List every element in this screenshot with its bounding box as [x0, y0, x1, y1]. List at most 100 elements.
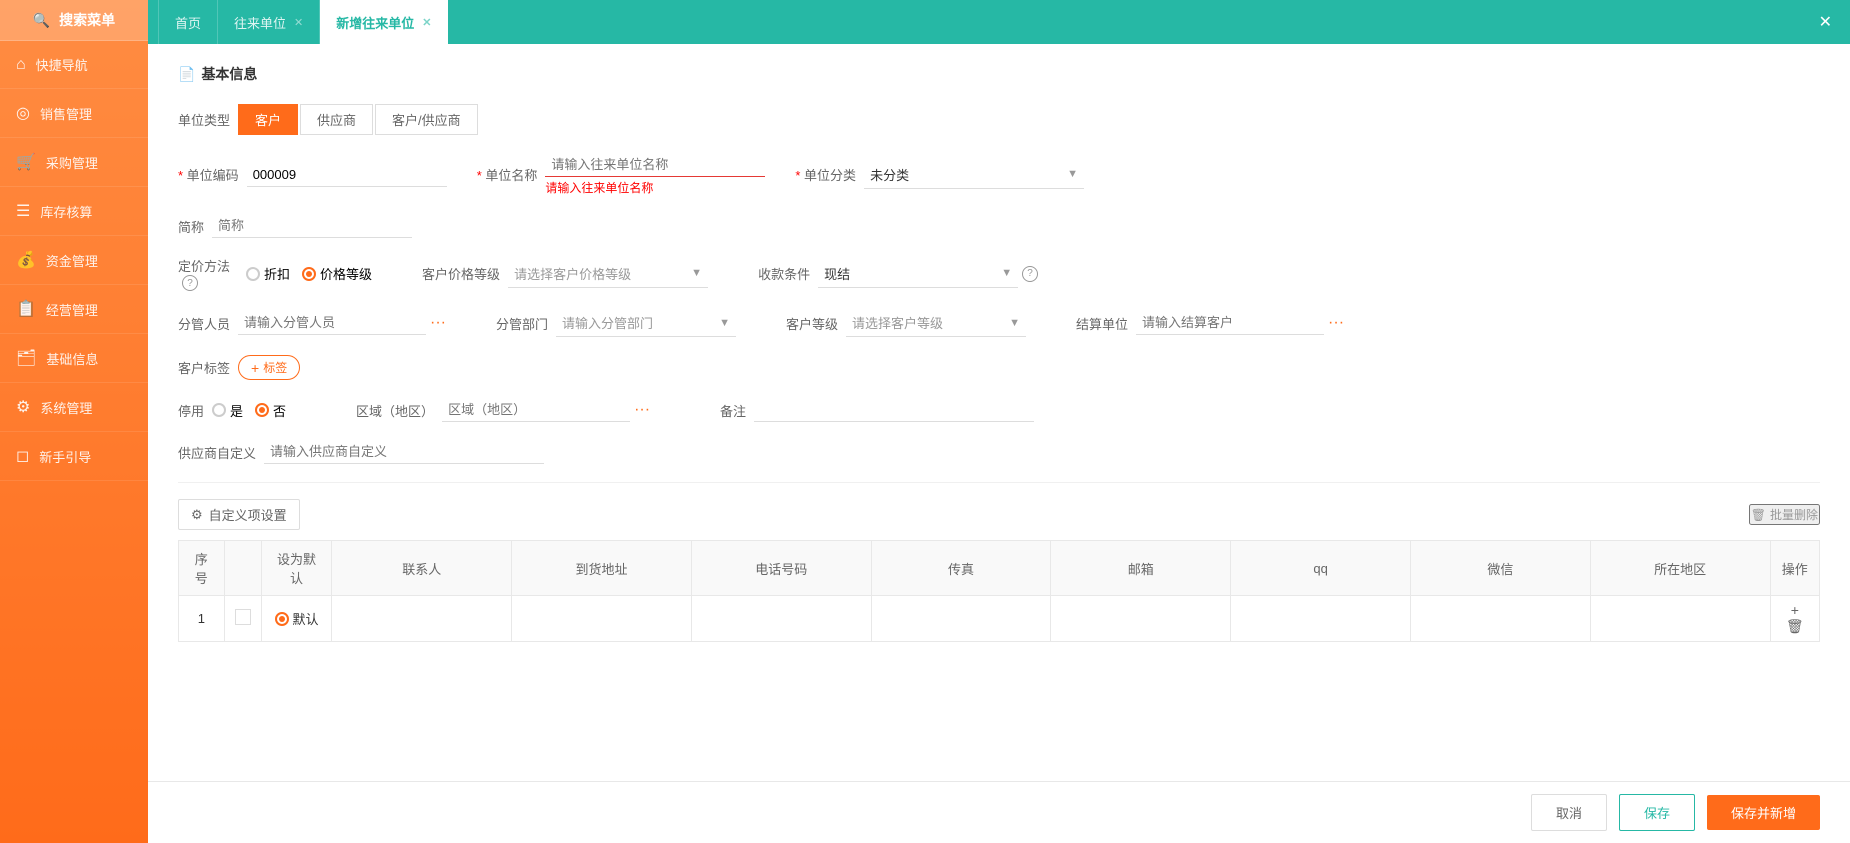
fax-input[interactable]: [882, 611, 1041, 626]
qq-input[interactable]: [1241, 611, 1400, 626]
wechat-input[interactable]: [1421, 611, 1580, 626]
region-more-btn[interactable]: ···: [634, 401, 650, 419]
tab-partners[interactable]: 往来单位 ✕: [218, 0, 320, 44]
supplier-custom-input[interactable]: [264, 440, 544, 464]
email-input[interactable]: [1061, 611, 1220, 626]
pricing-method-label: 定价方法 ?: [178, 256, 230, 291]
unit-name-wrap: 请输入往来单位名称: [545, 153, 765, 196]
unit-name-input[interactable]: [545, 153, 765, 177]
sidebar-item-system[interactable]: ⚙ 系统管理: [0, 383, 148, 432]
payment-help-icon[interactable]: ?: [1022, 266, 1038, 282]
region-cell[interactable]: [1590, 596, 1770, 642]
unit-type-both-btn[interactable]: 客户/供应商: [375, 104, 478, 135]
cancel-button[interactable]: 取消: [1531, 794, 1607, 831]
customer-level-label: 客户等级: [786, 314, 838, 333]
pricing-help-icon[interactable]: ?: [182, 275, 198, 291]
operations-icon: 📋: [16, 299, 36, 319]
remark-input[interactable]: [754, 398, 1034, 422]
phone-input[interactable]: [702, 611, 861, 626]
manager-item: 分管人员 ···: [178, 311, 446, 335]
yes-radio-circle: [212, 403, 226, 417]
discount-radio-circle: [246, 267, 260, 281]
inventory-icon: ☰: [16, 201, 30, 221]
pricing-level-radio[interactable]: 价格等级: [302, 264, 372, 283]
save-new-button[interactable]: 保存并新增: [1707, 795, 1820, 830]
table-row: 1 默认: [179, 596, 1820, 642]
disabled-no-radio[interactable]: 否: [255, 401, 286, 420]
payment-terms-select[interactable]: 现结 ▼: [818, 260, 1018, 288]
unit-type-group: 客户 供应商 客户/供应商: [238, 104, 478, 135]
add-row-btn[interactable]: +: [1791, 602, 1799, 618]
sidebar-item-operations[interactable]: 📋 经营管理: [0, 285, 148, 334]
department-select[interactable]: 请输入分管部门 ▼: [556, 309, 736, 337]
col-seq: 序号: [179, 541, 225, 596]
delete-row-btn[interactable]: 🗑: [1786, 618, 1804, 635]
manager-more-btn[interactable]: ···: [430, 314, 446, 332]
unit-type-supplier-btn[interactable]: 供应商: [300, 104, 373, 135]
region-table-input[interactable]: [1601, 611, 1760, 626]
customer-price-level-select[interactable]: 请选择客户价格等级 ▼: [508, 260, 708, 288]
customer-price-level-item: 客户价格等级 请选择客户价格等级 ▼: [422, 260, 708, 288]
qq-cell[interactable]: [1231, 596, 1411, 642]
unit-code-input[interactable]: [247, 163, 447, 187]
abbr-input[interactable]: [212, 214, 412, 238]
manager-row: 分管人员 ··· 分管部门 请输入分管部门 ▼ 客户等级 请选择客户等级 ▼ 结…: [178, 309, 1820, 337]
pricing-discount-radio[interactable]: 折扣: [246, 264, 290, 283]
sales-icon: ◎: [16, 103, 30, 123]
sidebar-item-basic-info[interactable]: 🗂 基础信息: [0, 334, 148, 383]
fax-cell[interactable]: [871, 596, 1051, 642]
contact-cell[interactable]: [332, 596, 512, 642]
default-cell: 默认: [261, 596, 332, 642]
customer-level-select[interactable]: 请选择客户等级 ▼: [846, 309, 1026, 337]
sidebar-item-guide[interactable]: ◻ 新手引导: [0, 432, 148, 481]
add-tag-btn[interactable]: + 标签: [238, 355, 300, 380]
address-input[interactable]: [522, 611, 681, 626]
tab-bar: 首页 往来单位 ✕ 新增往来单位 ✕ ✕: [148, 0, 1850, 44]
unit-type-item: 单位类型 客户 供应商 客户/供应商: [178, 104, 478, 135]
manager-input[interactable]: [238, 311, 426, 335]
customer-level-item: 客户等级 请选择客户等级 ▼: [786, 309, 1026, 337]
custom-settings-btn[interactable]: ⚙ 自定义项设置: [178, 499, 300, 530]
close-partners-tab[interactable]: ✕: [294, 16, 303, 29]
sidebar-item-purchase[interactable]: 🛒 采购管理: [0, 138, 148, 187]
sidebar-item-finance[interactable]: 💰 资金管理: [0, 236, 148, 285]
finance-icon: 💰: [16, 250, 36, 270]
phone-cell[interactable]: [691, 596, 871, 642]
payment-terms-label: 收款条件: [758, 264, 810, 283]
search-icon: 🔍: [33, 12, 50, 28]
search-menu[interactable]: 🔍 搜索菜单: [0, 0, 148, 41]
plus-icon: +: [251, 360, 259, 376]
sidebar-item-quick-nav[interactable]: ⌂ 快捷导航: [0, 41, 148, 89]
row-checkbox[interactable]: [235, 609, 251, 625]
tab-home[interactable]: 首页: [158, 0, 218, 44]
region-input[interactable]: [442, 398, 630, 422]
disabled-yes-radio[interactable]: 是: [212, 401, 243, 420]
unit-name-label: 单位名称: [477, 165, 538, 184]
wechat-cell[interactable]: [1411, 596, 1591, 642]
tag-label: 客户标签: [178, 358, 230, 377]
payment-chevron: ▼: [1001, 267, 1012, 279]
save-button[interactable]: 保存: [1619, 794, 1695, 831]
address-cell[interactable]: [512, 596, 692, 642]
contact-input[interactable]: [342, 611, 501, 626]
settlement-more-btn[interactable]: ···: [1328, 314, 1344, 332]
sidebar-item-inventory[interactable]: ☰ 库存核算: [0, 187, 148, 236]
check-cell[interactable]: [224, 596, 261, 642]
abbr-item: 简称: [178, 214, 412, 238]
sidebar-item-sales[interactable]: ◎ 销售管理: [0, 89, 148, 138]
default-radio[interactable]: 默认: [272, 609, 322, 628]
email-cell[interactable]: [1051, 596, 1231, 642]
abbr-label: 简称: [178, 217, 204, 236]
unit-category-select[interactable]: 未分类 ▼: [864, 161, 1084, 189]
content-area: 📄 基本信息 单位类型 客户 供应商 客户/供应商 单位编码 单位名称: [148, 44, 1850, 781]
col-phone: 电话号码: [691, 541, 871, 596]
table-header-row: 序号 设为默认 联系人 到货地址 电话号码 传真 邮箱 qq 微信 所在地区 操…: [179, 541, 1820, 596]
tab-new-partner[interactable]: 新增往来单位 ✕: [320, 0, 448, 44]
settlement-input[interactable]: [1136, 311, 1324, 335]
unit-type-customer-btn[interactable]: 客户: [238, 104, 298, 135]
col-check: [224, 541, 261, 596]
batch-delete-btn[interactable]: 🗑 批量删除: [1749, 504, 1820, 525]
close-new-partner-tab[interactable]: ✕: [422, 16, 431, 29]
abbr-row: 简称: [178, 214, 1820, 238]
close-window-btn[interactable]: ✕: [1811, 12, 1840, 32]
